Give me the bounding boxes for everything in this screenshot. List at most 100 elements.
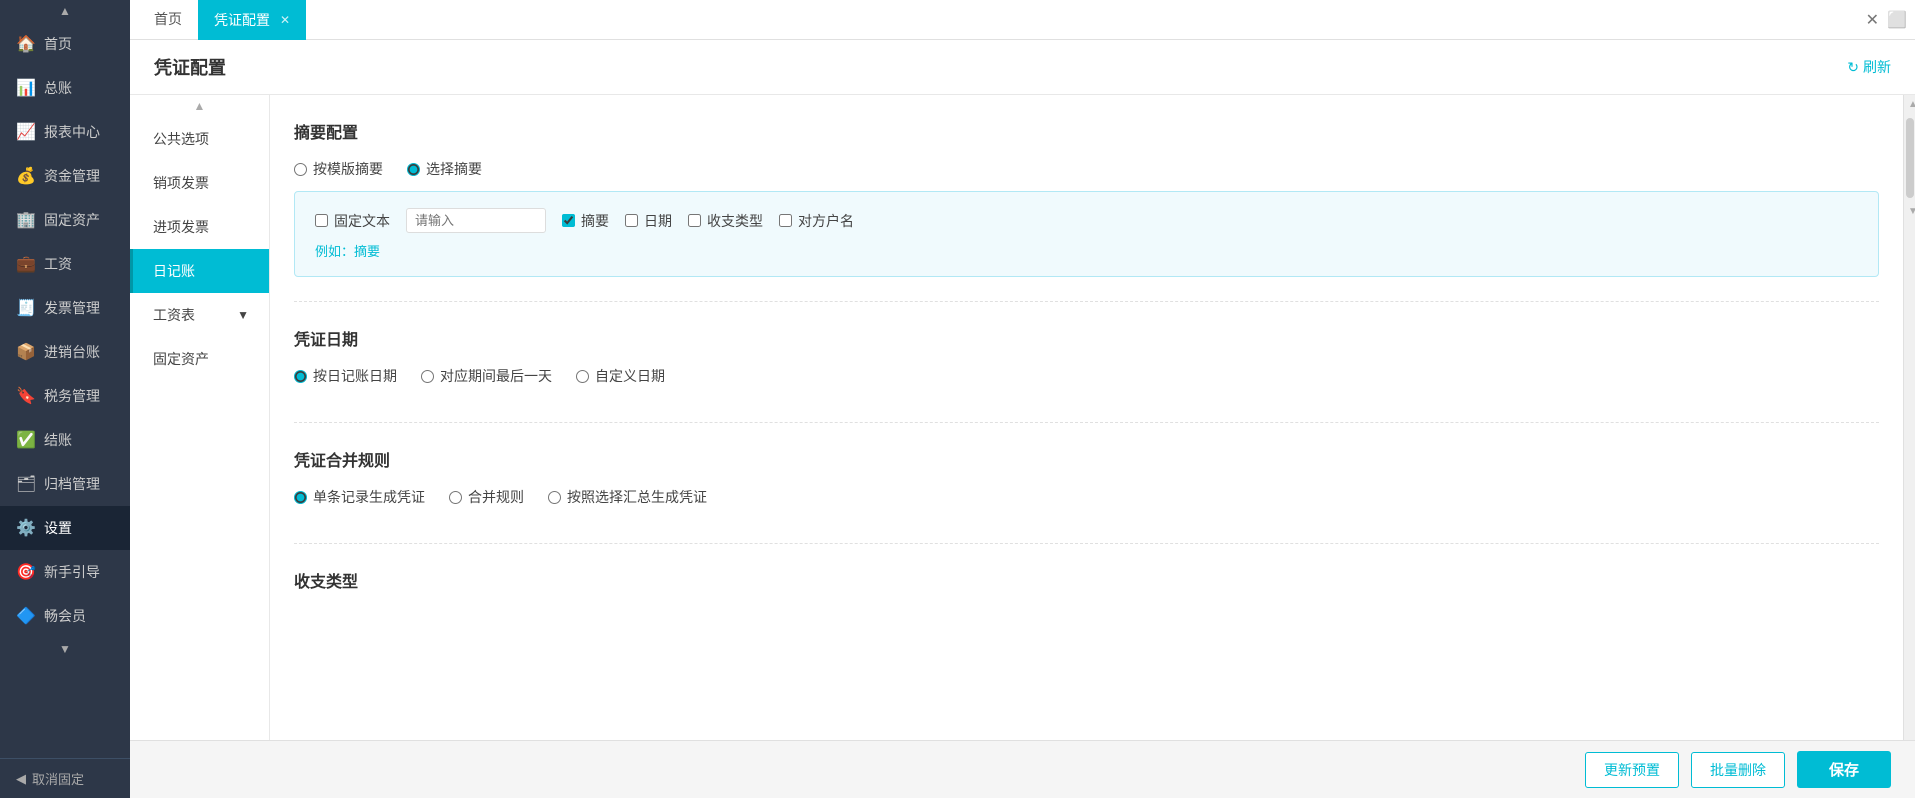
voucher-date-title: 凭证日期 [294,326,1879,350]
invoice-icon: 🧾 [16,298,36,318]
batch-delete-button[interactable]: 批量删除 [1691,752,1785,788]
fixed-text-checkbox[interactable] [315,214,328,227]
report-icon: 📈 [16,122,36,142]
vip-icon: 🔷 [16,606,36,626]
counterparty-checkbox[interactable] [779,214,792,227]
abstract-checkbox[interactable] [562,214,575,227]
abstract-example: 例如：摘要 [315,241,1858,260]
sidebar-item-settings[interactable]: ⚙️ 设置 [0,506,130,550]
abstract-select-radio[interactable] [407,163,420,176]
abstract-mode-group: 按模版摘要 选择摘要 [294,159,1879,179]
left-nav-public[interactable]: 公共选项 [130,117,269,161]
fixed-text-option[interactable]: 固定文本 [315,211,390,231]
payroll-icon: 💼 [16,254,36,274]
counterparty-option[interactable]: 对方户名 [779,211,854,231]
left-nav-fixed-assets[interactable]: 固定资产 [130,337,269,381]
income-type-title: 收支类型 [294,568,1879,592]
expand-icon: ▼ [237,308,249,322]
tab-home[interactable]: 首页 [138,0,198,40]
abstract-fields-row: 固定文本 摘要 日期 [315,208,1858,233]
pin-icon: ◀ [16,771,26,787]
fixed-text-input[interactable] [406,208,546,233]
merge-rule-group: 单条记录生成凭证 合并规则 按照选择汇总生成凭证 [294,487,1879,507]
page-content: 凭证配置 ↻ 刷新 ▲ 公共选项 销项发票 进项发票 日 [130,40,1915,798]
scroll-down-arrow[interactable]: ▼ [1904,202,1915,221]
fund-icon: 💰 [16,166,36,186]
period-last-option[interactable]: 对应期间最后一天 [421,366,552,386]
guide-icon: 🎯 [16,562,36,582]
sidebar-item-payroll[interactable]: 💼 工资 [0,242,130,286]
abstract-field-option[interactable]: 摘要 [562,211,609,231]
merge-radio[interactable] [449,491,462,504]
settings-icon: ⚙️ [16,518,36,538]
sidebar-unpin-button[interactable]: ◀ 取消固定 [0,758,130,798]
window-maximize-button[interactable]: ⬜ [1887,10,1907,30]
left-nav-journal[interactable]: 日记账 [130,249,269,293]
merge-rule-title: 凭证合并规则 [294,447,1879,471]
refresh-button[interactable]: ↻ 刷新 [1847,57,1891,77]
journal-date-option[interactable]: 按日记账日期 [294,366,397,386]
select-merge-radio[interactable] [548,491,561,504]
sidebar-item-fund[interactable]: 💰 资金管理 [0,154,130,198]
merge-rule-section: 凭证合并规则 单条记录生成凭证 合并规则 按照选择汇总生成凭证 [294,447,1879,544]
ledger-icon: 📊 [16,78,36,98]
save-button[interactable]: 保存 [1797,751,1891,788]
sidebar-item-report[interactable]: 📈 报表中心 [0,110,130,154]
sidebar-item-vip[interactable]: 🔷 畅会员 [0,594,130,638]
update-preview-button[interactable]: 更新预置 [1585,752,1679,788]
abstract-title: 摘要配置 [294,119,1879,143]
sidebar-item-inventory[interactable]: 📦 进销台账 [0,330,130,374]
scroll-up-arrow[interactable]: ▲ [1904,95,1915,114]
journal-date-radio[interactable] [294,370,307,383]
left-nav-payroll-table[interactable]: 工资表 ▼ [130,293,269,337]
sidebar-item-settle[interactable]: ✅ 结账 [0,418,130,462]
sidebar-item-home[interactable]: 🏠 首页 [0,22,130,66]
main-area: 首页 凭证配置 ✕ ✕ ⬜ 凭证配置 ↻ 刷新 ▲ 公共选项 [130,0,1915,798]
tabbar-actions: ✕ ⬜ [1866,10,1907,30]
tab-close-icon[interactable]: ✕ [280,13,290,27]
date-field-option[interactable]: 日期 [625,211,672,231]
archive-icon: 🗂 [16,474,36,494]
page-header: 凭证配置 ↻ 刷新 [130,40,1915,95]
income-type-option[interactable]: 收支类型 [688,211,763,231]
custom-date-option[interactable]: 自定义日期 [576,366,665,386]
tab-bar: 首页 凭证配置 ✕ ✕ ⬜ [130,0,1915,40]
income-type-section: 收支类型 [294,568,1879,632]
refresh-icon: ↻ [1847,59,1859,76]
abstract-section: 摘要配置 按模版摘要 选择摘要 [294,119,1879,302]
abstract-select-option[interactable]: 选择摘要 [407,159,482,179]
tax-icon: 🔖 [16,386,36,406]
merge-option[interactable]: 合并规则 [449,487,524,507]
settle-icon: ✅ [16,430,36,450]
sidebar-item-ledger[interactable]: 📊 总账 [0,66,130,110]
period-last-radio[interactable] [421,370,434,383]
custom-date-radio[interactable] [576,370,589,383]
sidebar-item-assets[interactable]: 🏢 固定资产 [0,198,130,242]
sidebar-item-tax[interactable]: 🔖 税务管理 [0,374,130,418]
left-nav-sales-invoice[interactable]: 销项发票 [130,161,269,205]
scroll-thumb[interactable] [1906,118,1914,198]
tab-voucher-config[interactable]: 凭证配置 ✕ [198,0,306,40]
bottom-action-bar: 更新预置 批量删除 保存 [130,740,1915,798]
window-close-button[interactable]: ✕ [1866,10,1879,30]
sidebar-item-guide[interactable]: 🎯 新手引导 [0,550,130,594]
abstract-template-option[interactable]: 按模版摘要 [294,159,383,179]
sidebar-item-archive[interactable]: 🗂 归档管理 [0,462,130,506]
voucher-date-section: 凭证日期 按日记账日期 对应期间最后一天 自定义日期 [294,326,1879,423]
right-scrollbar: ▲ ▼ [1903,95,1915,740]
home-icon: 🏠 [16,34,36,54]
sidebar-scroll-up[interactable]: ▲ [0,0,130,22]
left-nav-scroll-up[interactable]: ▲ [130,95,269,117]
abstract-template-radio[interactable] [294,163,307,176]
right-content: 摘要配置 按模版摘要 选择摘要 [270,95,1903,740]
select-merge-option[interactable]: 按照选择汇总生成凭证 [548,487,707,507]
sidebar-scroll-down[interactable]: ▼ [0,638,130,660]
voucher-date-group: 按日记账日期 对应期间最后一天 自定义日期 [294,366,1879,386]
single-radio[interactable] [294,491,307,504]
left-nav-purchase-invoice[interactable]: 进项发票 [130,205,269,249]
income-type-checkbox[interactable] [688,214,701,227]
date-checkbox[interactable] [625,214,638,227]
single-option[interactable]: 单条记录生成凭证 [294,487,425,507]
left-nav: ▲ 公共选项 销项发票 进项发票 日记账 工资表 ▼ 固定资产 [130,95,270,740]
sidebar-item-invoice[interactable]: 🧾 发票管理 [0,286,130,330]
